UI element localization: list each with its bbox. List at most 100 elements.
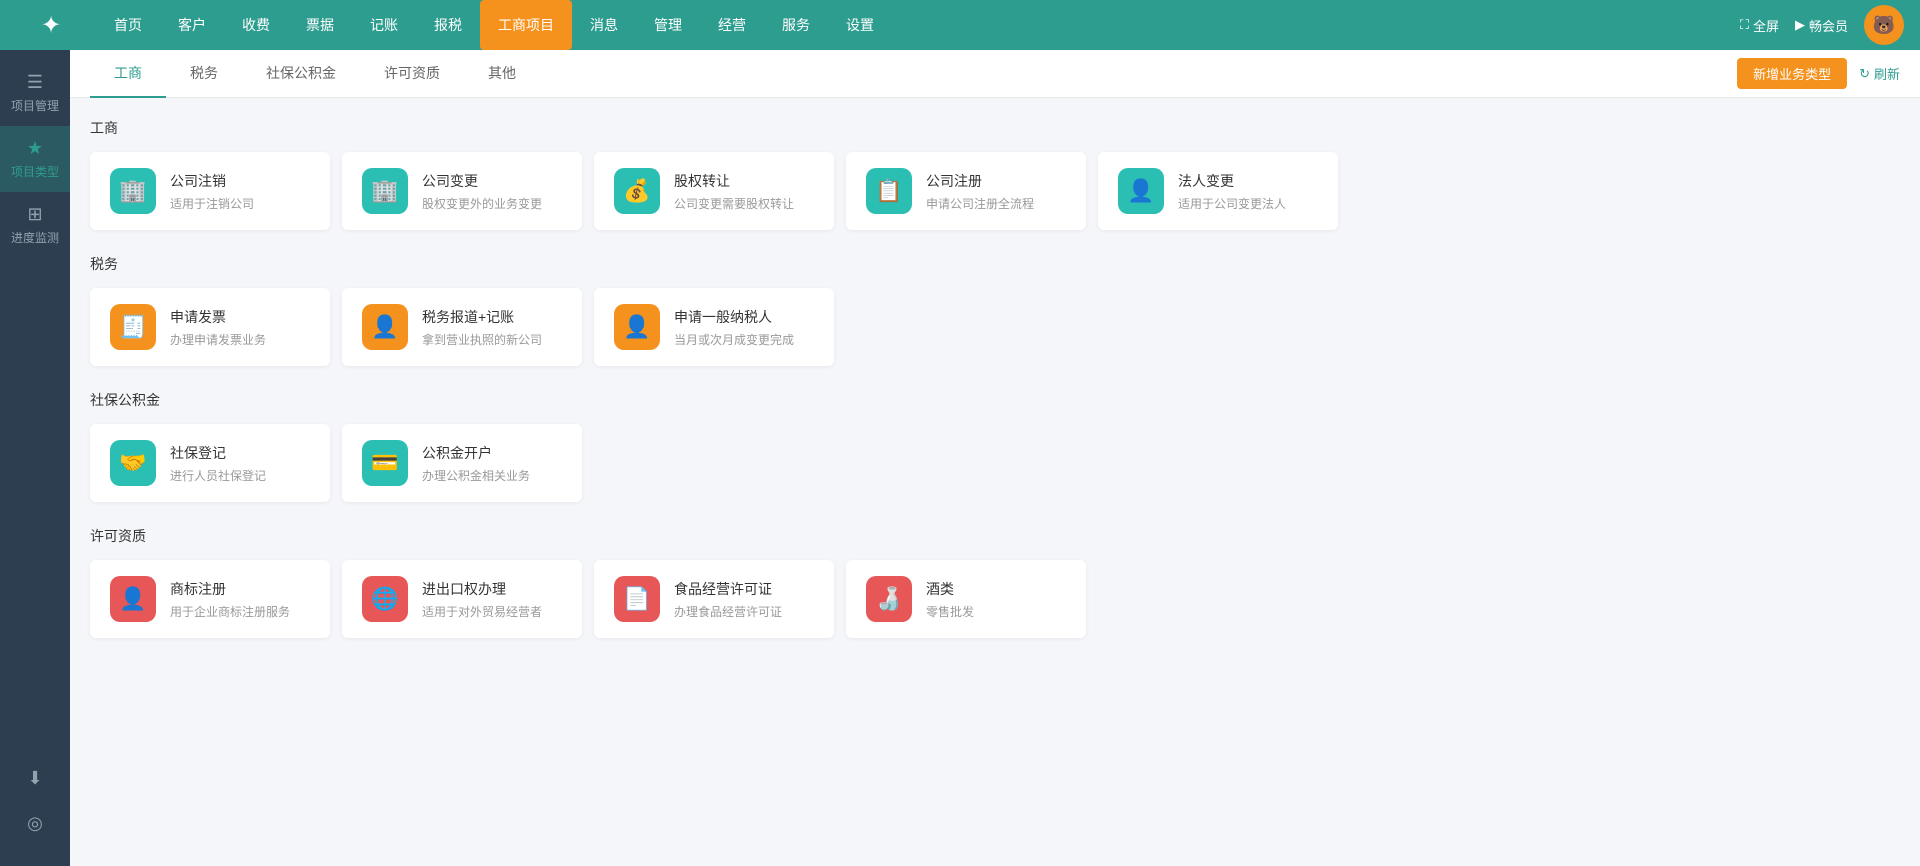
vip-btn[interactable]: ▶ 畅会员 bbox=[1795, 16, 1848, 35]
content-area: 工商税务社保公积金许可资质其他 新增业务类型 ↻ 刷新 工商🏢公司注销适用于注销… bbox=[70, 50, 1920, 866]
card-icon-公司变更: 🏢 bbox=[362, 168, 408, 214]
nav-item-服务[interactable]: 服务 bbox=[764, 0, 828, 50]
card-text-公司变更: 公司变更股权变更外的业务变更 bbox=[422, 171, 542, 212]
sidebar-icon: ★ bbox=[27, 138, 43, 159]
tabs-bar: 工商税务社保公积金许可资质其他 新增业务类型 ↻ 刷新 bbox=[70, 50, 1920, 98]
card-股权转让[interactable]: 💰 股权转让公司变更需要股权转让 bbox=[594, 152, 834, 230]
card-社保登记[interactable]: 🤝 社保登记进行人员社保登记 bbox=[90, 424, 330, 502]
card-name: 商标注册 bbox=[170, 579, 290, 599]
cards-grid-许可资质: 👤 商标注册用于企业商标注册服务 🌐进出口权办理适用于对外贸易经营者 📄 食品经营许可证… bbox=[90, 560, 1900, 638]
card-申请发票[interactable]: 🧾 申请发票办理申请发票业务 bbox=[90, 288, 330, 366]
card-icon-酒类: 🍶 bbox=[866, 576, 912, 622]
nav-items: 首页客户收费票据记账报税工商项目消息管理经营服务设置 bbox=[96, 0, 1740, 50]
tabs-container: 工商税务社保公积金许可资质其他 bbox=[90, 50, 540, 98]
card-text-股权转让: 股权转让公司变更需要股权转让 bbox=[674, 171, 794, 212]
new-type-button[interactable]: 新增业务类型 bbox=[1737, 58, 1847, 89]
card-公积金开户[interactable]: 💳公积金开户办理公积金相关业务 bbox=[342, 424, 582, 502]
sidebar-item-项目管理[interactable]: ☰项目管理 bbox=[0, 60, 70, 126]
card-进出口权办理[interactable]: 🌐进出口权办理适用于对外贸易经营者 bbox=[342, 560, 582, 638]
card-text-进出口权办理: 进出口权办理适用于对外贸易经营者 bbox=[422, 579, 542, 620]
card-name: 申请一般纳税人 bbox=[674, 307, 794, 327]
tab-工商[interactable]: 工商 bbox=[90, 50, 166, 98]
section-title-工商: 工商 bbox=[90, 118, 1900, 138]
nav-item-票据[interactable]: 票据 bbox=[288, 0, 352, 50]
card-desc: 适用于公司变更法人 bbox=[1178, 195, 1286, 212]
top-navigation: ✦ 首页客户收费票据记账报税工商项目消息管理经营服务设置 ⛶ 全屏 ▶ 畅会员 … bbox=[0, 0, 1920, 50]
nav-item-工商项目[interactable]: 工商项目 bbox=[480, 0, 572, 50]
card-desc: 拿到营业执照的新公司 bbox=[422, 331, 542, 348]
card-公司注册[interactable]: 📋 公司注册申请公司注册全流程 bbox=[846, 152, 1086, 230]
cards-grid-社保公积金: 🤝社保登记进行人员社保登记💳公积金开户办理公积金相关业务 bbox=[90, 424, 1900, 502]
nav-item-消息[interactable]: 消息 bbox=[572, 0, 636, 50]
main-layout: ☰项目管理★项目类型⊞进度监测⬇◎ 工商税务社保公积金许可资质其他 新增业务类型… bbox=[0, 50, 1920, 866]
nav-item-客户[interactable]: 客户 bbox=[160, 0, 224, 50]
refresh-icon: ↻ bbox=[1859, 66, 1870, 82]
card-text-商标注册: 商标注册用于企业商标注册服务 bbox=[170, 579, 290, 620]
card-name: 进出口权办理 bbox=[422, 579, 542, 599]
card-食品经营许可证[interactable]: 📄 食品经营许可证办理食品经营许可证 bbox=[594, 560, 834, 638]
nav-right: ⛶ 全屏 ▶ 畅会员 🐻 bbox=[1740, 5, 1904, 45]
card-desc: 进行人员社保登记 bbox=[170, 467, 266, 484]
card-desc: 公司变更需要股权转让 bbox=[674, 195, 794, 212]
tab-其他[interactable]: 其他 bbox=[464, 50, 540, 98]
card-酒类[interactable]: 🍶 酒类零售批发 bbox=[846, 560, 1086, 638]
nav-item-报税[interactable]: 报税 bbox=[416, 0, 480, 50]
card-公司注销[interactable]: 🏢 公司注销适用于注销公司 bbox=[90, 152, 330, 230]
sidebar-bottom-item[interactable]: ◎ bbox=[0, 801, 70, 846]
scroll-content[interactable]: 工商 🏢 公司注销适用于注销公司 🏢 公司变更股权变更外的业务变更 💰 股权转让公司变更需要… bbox=[70, 98, 1920, 866]
card-icon-食品经营许可证: 📄 bbox=[614, 576, 660, 622]
card-法人变更[interactable]: 👤法人变更适用于公司变更法人 bbox=[1098, 152, 1338, 230]
logo: ✦ bbox=[16, 11, 86, 40]
card-name: 申请发票 bbox=[170, 307, 266, 327]
card-desc: 适用于对外贸易经营者 bbox=[422, 603, 542, 620]
card-text-申请发票: 申请发票办理申请发票业务 bbox=[170, 307, 266, 348]
card-icon-商标注册: 👤 bbox=[110, 576, 156, 622]
card-desc: 股权变更外的业务变更 bbox=[422, 195, 542, 212]
card-text-公司注销: 公司注销适用于注销公司 bbox=[170, 171, 254, 212]
card-name: 社保登记 bbox=[170, 443, 266, 463]
card-icon-申请发票: 🧾 bbox=[110, 304, 156, 350]
tab-许可资质[interactable]: 许可资质 bbox=[360, 50, 464, 98]
card-text-法人变更: 法人变更适用于公司变更法人 bbox=[1178, 171, 1286, 212]
card-icon-公司注册: 📋 bbox=[866, 168, 912, 214]
nav-item-首页[interactable]: 首页 bbox=[96, 0, 160, 50]
card-desc: 申请公司注册全流程 bbox=[926, 195, 1034, 212]
card-name: 公积金开户 bbox=[422, 443, 530, 463]
mascot-avatar: 🐻 bbox=[1864, 5, 1904, 45]
card-desc: 办理食品经营许可证 bbox=[674, 603, 782, 620]
sidebar-bottom-icon: ◎ bbox=[27, 813, 43, 834]
nav-item-经营[interactable]: 经营 bbox=[700, 0, 764, 50]
sidebar-item-进度监测[interactable]: ⊞进度监测 bbox=[0, 192, 70, 258]
section-title-许可资质: 许可资质 bbox=[90, 526, 1900, 546]
card-name: 公司注册 bbox=[926, 171, 1034, 191]
card-desc: 当月或次月成变更完成 bbox=[674, 331, 794, 348]
nav-item-收费[interactable]: 收费 bbox=[224, 0, 288, 50]
card-text-酒类: 酒类零售批发 bbox=[926, 579, 974, 620]
card-税务报道+记账[interactable]: 👤税务报道+记账拿到营业执照的新公司 bbox=[342, 288, 582, 366]
sidebar-item-项目类型[interactable]: ★项目类型 bbox=[0, 126, 70, 192]
tab-社保公积金[interactable]: 社保公积金 bbox=[242, 50, 360, 98]
fullscreen-icon: ⛶ bbox=[1740, 17, 1749, 33]
refresh-button[interactable]: ↻ 刷新 bbox=[1859, 64, 1900, 83]
nav-item-管理[interactable]: 管理 bbox=[636, 0, 700, 50]
card-icon-社保登记: 🤝 bbox=[110, 440, 156, 486]
card-text-税务报道+记账: 税务报道+记账拿到营业执照的新公司 bbox=[422, 307, 542, 348]
card-desc: 办理公积金相关业务 bbox=[422, 467, 530, 484]
card-申请一般纳税人[interactable]: 👤申请一般纳税人当月或次月成变更完成 bbox=[594, 288, 834, 366]
card-text-食品经营许可证: 食品经营许可证办理食品经营许可证 bbox=[674, 579, 782, 620]
fullscreen-btn[interactable]: ⛶ 全屏 bbox=[1740, 16, 1779, 35]
section-title-社保公积金: 社保公积金 bbox=[90, 390, 1900, 410]
card-icon-公司注销: 🏢 bbox=[110, 168, 156, 214]
cards-grid-工商: 🏢 公司注销适用于注销公司 🏢 公司变更股权变更外的业务变更 💰 股权转让公司变更需要股权… bbox=[90, 152, 1900, 230]
vip-icon: ▶ bbox=[1795, 17, 1805, 33]
sidebar-bottom-item[interactable]: ⬇ bbox=[0, 756, 70, 801]
card-text-社保登记: 社保登记进行人员社保登记 bbox=[170, 443, 266, 484]
card-name: 公司注销 bbox=[170, 171, 254, 191]
tab-税务[interactable]: 税务 bbox=[166, 50, 242, 98]
card-公司变更[interactable]: 🏢 公司变更股权变更外的业务变更 bbox=[342, 152, 582, 230]
nav-item-设置[interactable]: 设置 bbox=[828, 0, 892, 50]
card-icon-股权转让: 💰 bbox=[614, 168, 660, 214]
nav-item-记账[interactable]: 记账 bbox=[352, 0, 416, 50]
card-商标注册[interactable]: 👤 商标注册用于企业商标注册服务 bbox=[90, 560, 330, 638]
card-name: 食品经营许可证 bbox=[674, 579, 782, 599]
